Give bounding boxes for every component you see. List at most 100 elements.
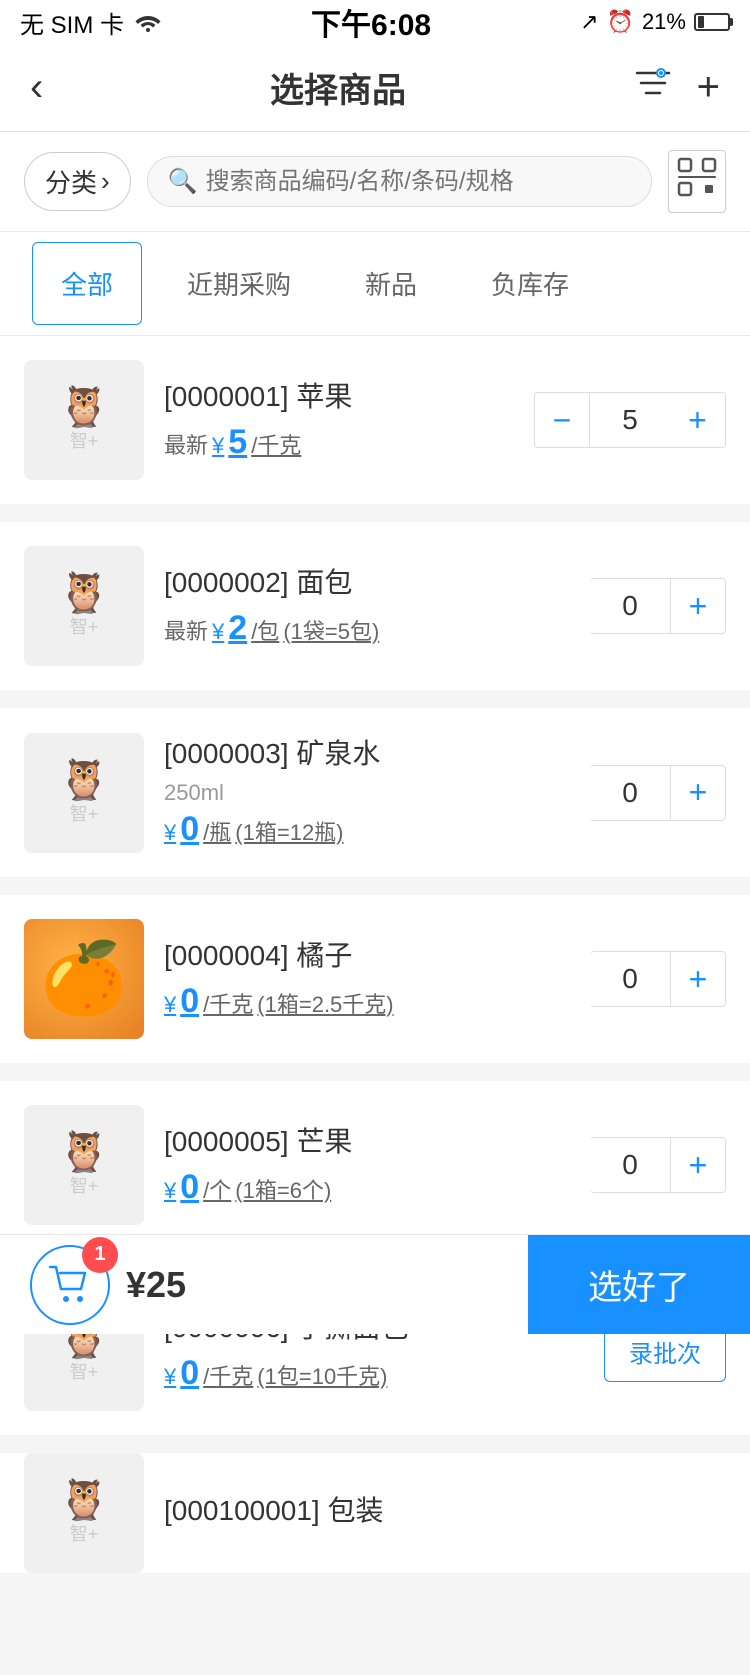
product-item-0000002: 🦉 智+ [0000002] 面包 最新 ¥ 2 /包 (1袋=5包) + — [0, 522, 750, 690]
product-price-0000004: ¥ 0 /千克 (1箱=2.5千克) — [164, 982, 570, 1021]
scan-icon[interactable] — [668, 150, 726, 213]
product-price-0000005: ¥ 0 /个 (1箱=6个) — [164, 1168, 570, 1207]
product-price-0000001: 最新 ¥ 5 /千克 — [164, 423, 514, 462]
status-bar: 无 SIM 卡 下午6:08 ↗ ⏰ 21% — [0, 0, 750, 44]
qty-input-0000003[interactable] — [590, 765, 670, 821]
tab-recent[interactable]: 近期采购 — [158, 242, 320, 325]
status-carrier: 无 SIM 卡 — [20, 5, 162, 40]
back-button[interactable]: ‹ — [30, 65, 43, 110]
qty-input-0000005[interactable] — [590, 1137, 670, 1193]
orange-emoji: 🍊 — [40, 938, 127, 1020]
product-info-0000004: [0000004] 橘子 ¥ 0 /千克 (1箱=2.5千克) — [164, 934, 570, 1025]
qty-control-0000002: + — [590, 578, 726, 634]
product-list: 🦉 智+ [0000001] 苹果 最新 ¥ 5 /千克 − + 🦉 — [0, 336, 750, 1675]
product-thumb-0000004: 🍊 — [24, 919, 144, 1039]
product-name-0000003: [0000003] 矿泉水 — [164, 732, 570, 772]
battery-icon — [694, 13, 730, 31]
product-name-0000002: [0000002] 面包 — [164, 561, 570, 601]
qty-plus-0000001[interactable]: + — [670, 392, 726, 448]
category-arrow: › — [101, 166, 110, 197]
cart-total: ¥25 — [126, 1264, 186, 1306]
category-label: 分类 — [45, 163, 97, 200]
qty-control-0000005: + — [590, 1137, 726, 1193]
cart-icon-wrap[interactable]: 1 — [30, 1245, 110, 1325]
filter-svg — [633, 65, 673, 101]
product-info-0000003: [0000003] 矿泉水 250ml ¥ 0 /瓶 (1箱=12瓶) — [164, 732, 570, 853]
carrier-text: 无 SIM 卡 — [20, 5, 124, 40]
confirm-button[interactable]: 选好了 — [528, 1235, 750, 1334]
qty-plus-0000003[interactable]: + — [670, 765, 726, 821]
product-name-0000005: [0000005] 芒果 — [164, 1120, 570, 1160]
owl-text: 智+ — [70, 613, 99, 639]
qty-plus-0000005[interactable]: + — [670, 1137, 726, 1193]
qty-input-0000004[interactable] — [590, 951, 670, 1007]
product-price-0000006: ¥ 0 /千克 (1包=10千克) — [164, 1354, 584, 1393]
scan-svg — [677, 157, 717, 197]
qty-control-0000004: + — [590, 951, 726, 1007]
product-price-0000002: 最新 ¥ 2 /包 (1袋=5包) — [164, 609, 570, 648]
owl-text: 智+ — [70, 1520, 99, 1546]
tabs-bar: 全部 近期采购 新品 负库存 — [0, 232, 750, 336]
product-name-0000001: [0000001] 苹果 — [164, 375, 514, 415]
product-info-0000002: [0000002] 面包 最新 ¥ 2 /包 (1袋=5包) — [164, 561, 570, 652]
owl-text: 智+ — [70, 427, 99, 453]
owl-icon: 🦉 — [59, 387, 109, 427]
qty-input-0000001[interactable] — [590, 392, 670, 448]
search-box[interactable]: 🔍 — [147, 156, 652, 207]
owl-placeholder: 🦉 智+ — [24, 1105, 144, 1225]
nav-actions: + — [633, 65, 720, 110]
owl-icon: 🦉 — [59, 1132, 109, 1172]
location-icon: ↗ — [580, 9, 598, 35]
qty-plus-0000002[interactable]: + — [670, 578, 726, 634]
filter-bar: 分类 › 🔍 — [0, 132, 750, 232]
owl-text: 智+ — [70, 800, 99, 826]
filter-icon[interactable] — [633, 65, 673, 110]
product-item-0000005: 🦉 智+ [0000005] 芒果 ¥ 0 /个 (1箱=6个) + — [0, 1081, 750, 1249]
bottom-bar: 1 ¥25 选好了 — [0, 1234, 750, 1334]
search-input[interactable] — [206, 168, 631, 196]
product-thumb-0000002: 🦉 智+ — [24, 546, 144, 666]
tab-negative[interactable]: 负库存 — [462, 242, 598, 325]
qty-control-0000001: − + — [534, 392, 726, 448]
product-info-0000005: [0000005] 芒果 ¥ 0 /个 (1箱=6个) — [164, 1120, 570, 1211]
owl-text: 智+ — [70, 1172, 99, 1198]
cart-section: 1 ¥25 — [0, 1245, 528, 1325]
page-title: 选择商品 — [270, 63, 406, 112]
category-button[interactable]: 分类 › — [24, 152, 131, 211]
product-item-0000004: 🍊 [0000004] 橘子 ¥ 0 /千克 (1箱=2.5千克) + — [0, 895, 750, 1063]
product-name-0000004: [0000004] 橘子 — [164, 934, 570, 974]
alarm-icon: ⏰ — [607, 9, 634, 35]
product-thumb-000100001: 🦉 智+ — [24, 1453, 144, 1573]
product-thumb-0000005: 🦉 智+ — [24, 1105, 144, 1225]
qty-plus-0000004[interactable]: + — [670, 951, 726, 1007]
tab-new[interactable]: 新品 — [336, 242, 446, 325]
cart-badge: 1 — [82, 1237, 118, 1273]
qty-minus-0000001[interactable]: − — [534, 392, 590, 448]
status-right: ↗ ⏰ 21% — [580, 9, 730, 35]
product-item-000100001: 🦉 智+ [000100001] 包装 — [0, 1453, 750, 1573]
owl-text: 智+ — [70, 1358, 99, 1384]
product-price-0000003: ¥ 0 /瓶 (1箱=12瓶) — [164, 810, 570, 849]
product-item-0000003: 🦉 智+ [0000003] 矿泉水 250ml ¥ 0 /瓶 (1箱=12瓶)… — [0, 708, 750, 877]
add-button[interactable]: + — [697, 65, 720, 110]
owl-placeholder: 🦉 智+ — [24, 360, 144, 480]
owl-icon: 🦉 — [59, 760, 109, 800]
search-icon: 🔍 — [168, 167, 198, 196]
product-thumb-0000003: 🦉 智+ — [24, 733, 144, 853]
tab-all[interactable]: 全部 — [32, 242, 142, 325]
wifi-icon — [134, 12, 162, 32]
owl-placeholder: 🦉 智+ — [24, 546, 144, 666]
battery-percent: 21% — [642, 9, 686, 35]
product-spec-0000003: 250ml — [164, 780, 570, 806]
product-thumb-0000001: 🦉 智+ — [24, 360, 144, 480]
owl-icon: 🦉 — [59, 1480, 109, 1520]
status-time: 下午6:08 — [311, 0, 431, 44]
qty-control-0000003: + — [590, 765, 726, 821]
product-info-000100001: [000100001] 包装 — [164, 1489, 726, 1537]
cart-svg — [48, 1265, 92, 1305]
product-item-0000001: 🦉 智+ [0000001] 苹果 最新 ¥ 5 /千克 − + — [0, 336, 750, 504]
qty-input-0000002[interactable] — [590, 578, 670, 634]
product-info-0000001: [0000001] 苹果 最新 ¥ 5 /千克 — [164, 375, 514, 466]
owl-placeholder: 🦉 智+ — [24, 1453, 144, 1573]
owl-placeholder: 🦉 智+ — [24, 733, 144, 853]
